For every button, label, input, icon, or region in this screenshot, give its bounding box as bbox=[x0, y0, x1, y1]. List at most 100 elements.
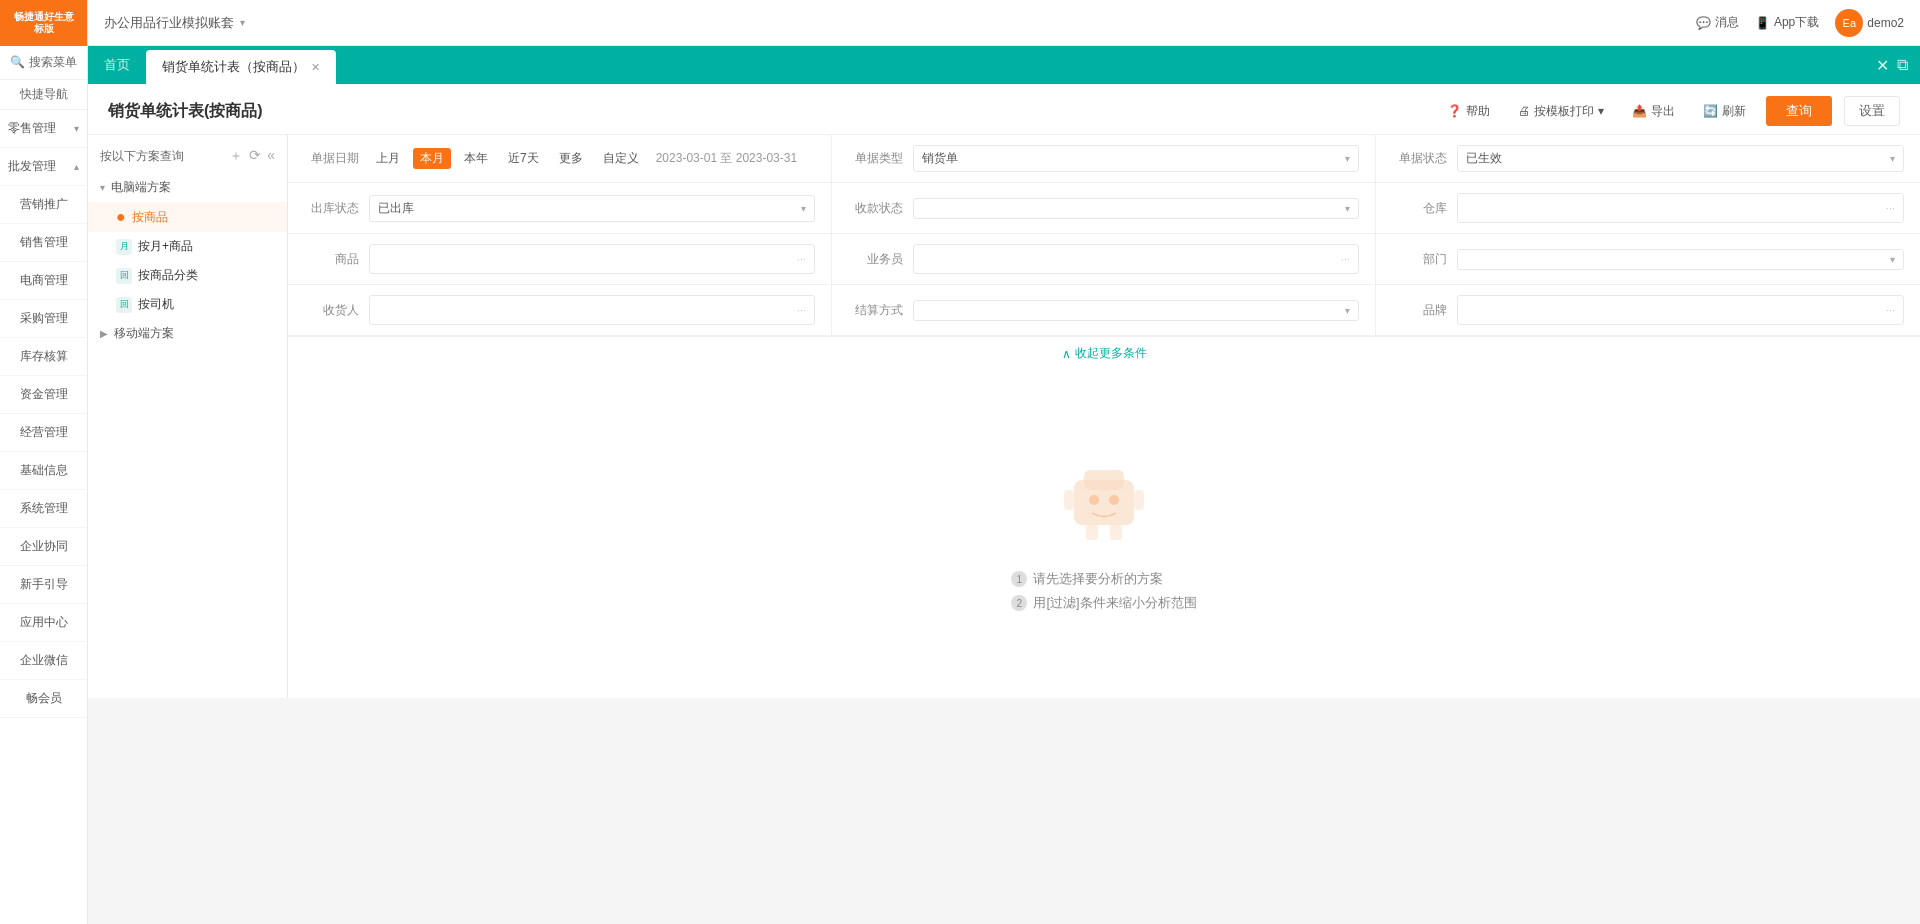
add-scheme-icon[interactable]: ＋ bbox=[229, 147, 243, 165]
refresh-scheme-icon[interactable]: ⟳ bbox=[249, 147, 261, 165]
collapse-scheme-icon[interactable]: « bbox=[267, 147, 275, 165]
sidebar: 畅捷通好生意 标版 🔍 搜索菜单 快捷导航 零售管理 ▾ 批发管理 ▴ 营销推广… bbox=[0, 0, 88, 924]
quick-nav[interactable]: 快捷导航 bbox=[0, 80, 87, 110]
sidebar-search[interactable]: 🔍 搜索菜单 bbox=[0, 46, 87, 80]
tab-sales-stats[interactable]: 销货单统计表（按商品） ✕ bbox=[146, 50, 336, 84]
doc-type-value: 销货单 bbox=[922, 150, 958, 167]
sidebar-item-wholesale[interactable]: 批发管理 ▴ bbox=[0, 148, 87, 186]
date-tab-last-month[interactable]: 上月 bbox=[369, 148, 407, 169]
empty-state: 1 请先选择要分析的方案 2 用[过滤]条件来缩小分析范围 bbox=[288, 370, 1920, 698]
scheme-icon-2: 回 bbox=[116, 268, 132, 284]
sidebar-item-basic[interactable]: 基础信息 bbox=[0, 452, 87, 490]
filter-cell-doc-type: 单据类型 销货单 ▾ bbox=[832, 135, 1376, 182]
doc-type-caret: ▾ bbox=[1345, 153, 1350, 164]
doc-type-control: 销货单 ▾ bbox=[913, 145, 1359, 172]
desktop-group-label: 电脑端方案 bbox=[111, 179, 171, 196]
export-label: 导出 bbox=[1651, 103, 1675, 120]
brand-input[interactable]: ··· bbox=[1457, 295, 1904, 325]
settlement-label: 结算方式 bbox=[848, 302, 913, 319]
sidebar-item-sales[interactable]: 销售管理 bbox=[0, 224, 87, 262]
refresh-btn[interactable]: 🔄 刷新 bbox=[1695, 99, 1754, 124]
print-dropdown-arrow[interactable]: ▾ bbox=[1598, 104, 1604, 118]
help-btn[interactable]: ❓ 帮助 bbox=[1439, 99, 1498, 124]
warehouse-more-icon[interactable]: ··· bbox=[1886, 202, 1895, 214]
sidebar-item-guide[interactable]: 新手引导 bbox=[0, 566, 87, 604]
date-tab-custom[interactable]: 自定义 bbox=[596, 148, 646, 169]
scheme-by-product[interactable]: ● 按商品 bbox=[88, 202, 287, 232]
settlement-select[interactable]: ▾ bbox=[913, 300, 1359, 321]
message-label: 消息 bbox=[1715, 14, 1739, 31]
scheme-by-month-product[interactable]: 月 按月+商品 bbox=[88, 232, 287, 261]
hint-num-2: 2 bbox=[1011, 595, 1027, 611]
sidebar-item-ecommerce[interactable]: 电商管理 bbox=[0, 262, 87, 300]
collapse-bar[interactable]: ∧ 收起更多条件 bbox=[288, 336, 1920, 370]
tab-close-icon[interactable]: ✕ bbox=[311, 61, 320, 74]
brand-more-icon[interactable]: ··· bbox=[1886, 304, 1895, 316]
warehouse-input[interactable]: ··· bbox=[1457, 193, 1904, 223]
top-header: 办公用品行业模拟账套 ▾ 💬 消息 📱 App下载 Ea demo2 bbox=[88, 0, 1920, 46]
payment-status-control: ▾ bbox=[913, 198, 1359, 219]
scheme-by-category-label: 按商品分类 bbox=[138, 267, 198, 284]
settings-btn[interactable]: 设置 bbox=[1844, 96, 1900, 126]
out-status-value: 已出库 bbox=[378, 200, 414, 217]
date-tab-more[interactable]: 更多 bbox=[552, 148, 590, 169]
desktop-group[interactable]: ▾ 电脑端方案 bbox=[88, 173, 287, 202]
sidebar-item-app-center[interactable]: 应用中心 bbox=[0, 604, 87, 642]
tab-close-all-icon[interactable]: ✕ bbox=[1876, 56, 1889, 75]
sidebar-item-system[interactable]: 系统管理 bbox=[0, 490, 87, 528]
svg-point-3 bbox=[1109, 495, 1119, 505]
expand-icon: ▾ bbox=[100, 182, 105, 193]
filter-cell-product: 商品 ··· bbox=[288, 234, 832, 284]
filter-cell-receiver: 收货人 ··· bbox=[288, 285, 832, 335]
out-status-caret: ▾ bbox=[801, 203, 806, 214]
receiver-input[interactable]: ··· bbox=[369, 295, 815, 325]
sidebar-item-retail[interactable]: 零售管理 ▾ bbox=[0, 110, 87, 148]
payment-status-select[interactable]: ▾ bbox=[913, 198, 1359, 219]
sidebar-item-purchase[interactable]: 采购管理 bbox=[0, 300, 87, 338]
page-title: 销货单统计表(按商品) bbox=[108, 101, 263, 122]
scheme-by-cashier[interactable]: 回 按司机 bbox=[88, 290, 287, 319]
brand-label: 品牌 bbox=[1392, 302, 1457, 319]
svg-rect-6 bbox=[1086, 525, 1098, 540]
department-select[interactable]: ▾ bbox=[1457, 249, 1904, 270]
sidebar-item-finance[interactable]: 资金管理 bbox=[0, 376, 87, 414]
app-download-btn[interactable]: 📱 App下载 bbox=[1755, 14, 1819, 31]
date-control: 上月 本月 本年 近7天 更多 自定义 2023-03-01 至 2023-03… bbox=[369, 148, 815, 169]
message-btn[interactable]: 💬 消息 bbox=[1696, 14, 1739, 31]
sidebar-item-wechat[interactable]: 企业微信 bbox=[0, 642, 87, 680]
salesperson-input[interactable]: ··· bbox=[913, 244, 1359, 274]
tab-restore-icon[interactable]: ⧉ bbox=[1897, 56, 1908, 74]
header-actions: 💬 消息 📱 App下载 Ea demo2 bbox=[1696, 9, 1904, 37]
message-icon: 💬 bbox=[1696, 16, 1711, 30]
scheme-panel-header: 按以下方案查询 ＋ ⟳ « bbox=[88, 143, 287, 173]
date-tab-this-year[interactable]: 本年 bbox=[457, 148, 495, 169]
export-btn[interactable]: 📤 导出 bbox=[1624, 99, 1683, 124]
industry-dropdown-arrow[interactable]: ▾ bbox=[240, 17, 245, 28]
user-menu[interactable]: Ea demo2 bbox=[1835, 9, 1904, 37]
doc-status-select[interactable]: 已生效 ▾ bbox=[1457, 145, 1904, 172]
out-status-select[interactable]: 已出库 ▾ bbox=[369, 195, 815, 222]
sidebar-item-member[interactable]: 畅会员 bbox=[0, 680, 87, 718]
scheme-by-month-label: 按月+商品 bbox=[138, 238, 193, 255]
date-tab-this-month[interactable]: 本月 bbox=[413, 148, 451, 169]
user-name: demo2 bbox=[1867, 16, 1904, 30]
mobile-group[interactable]: ▶ 移动端方案 bbox=[88, 319, 287, 348]
query-btn[interactable]: 查询 bbox=[1766, 96, 1832, 126]
sidebar-item-operation[interactable]: 经营管理 bbox=[0, 414, 87, 452]
sidebar-item-enterprise[interactable]: 企业协同 bbox=[0, 528, 87, 566]
sidebar-item-marketing[interactable]: 营销推广 bbox=[0, 186, 87, 224]
payment-status-label: 收款状态 bbox=[848, 200, 913, 217]
date-tab-7days[interactable]: 近7天 bbox=[501, 148, 546, 169]
export-icon: 📤 bbox=[1632, 104, 1647, 118]
tab-home[interactable]: 首页 bbox=[88, 46, 146, 84]
template-print-btn[interactable]: 🖨 按模板打印 ▾ bbox=[1510, 99, 1612, 124]
sidebar-item-inventory[interactable]: 库存核算 bbox=[0, 338, 87, 376]
doc-type-select[interactable]: 销货单 ▾ bbox=[913, 145, 1359, 172]
doc-status-control: 已生效 ▾ bbox=[1457, 145, 1904, 172]
product-input[interactable]: ··· bbox=[369, 244, 815, 274]
salesperson-more-icon[interactable]: ··· bbox=[1341, 253, 1350, 265]
avatar: Ea bbox=[1835, 9, 1863, 37]
receiver-more-icon[interactable]: ··· bbox=[797, 304, 806, 316]
product-more-icon[interactable]: ··· bbox=[797, 253, 806, 265]
scheme-by-category[interactable]: 回 按商品分类 bbox=[88, 261, 287, 290]
